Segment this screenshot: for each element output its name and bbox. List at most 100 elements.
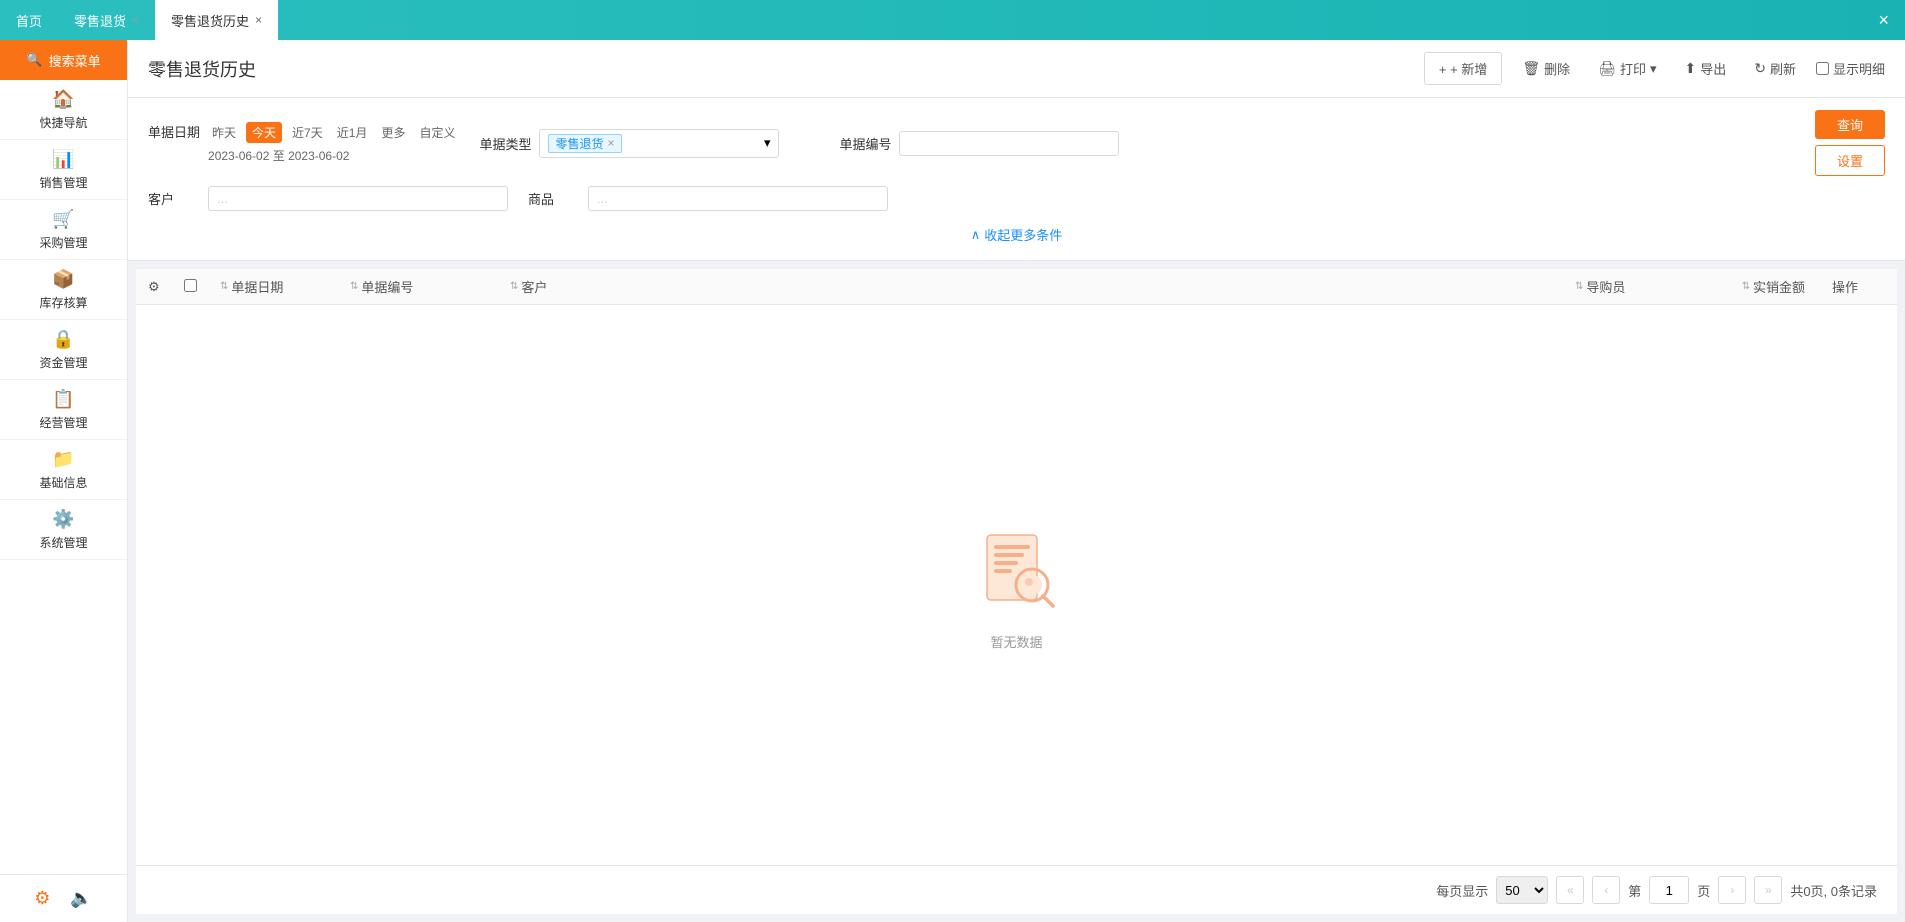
tab-retail-return-label: 零售退货: [74, 11, 126, 30]
per-page-select[interactable]: 10 20 50 100: [1496, 876, 1548, 904]
show-detail-label: 显示明细: [1833, 59, 1885, 78]
sidebar-search[interactable]: 🔍 搜索菜单: [0, 40, 127, 80]
add-icon: +: [1439, 62, 1447, 77]
settings-bottom-btn[interactable]: ⚙: [34, 888, 50, 909]
table-col-action: 操作: [1805, 277, 1885, 296]
bill-type-tag-remove[interactable]: ×: [607, 136, 614, 150]
export-label: 导出: [1700, 59, 1726, 78]
show-detail-checkbox[interactable]: [1816, 62, 1829, 75]
print-button[interactable]: 🖨 打印 ▾: [1590, 55, 1664, 82]
main-layout: 🔍 搜索菜单 🏠 快捷导航 📊 销售管理 🛒 采购管理 📦 库存核算 🔒: [0, 40, 1905, 922]
col-customer-label: 客户: [521, 277, 547, 296]
bill-type-label: 单据类型: [479, 134, 531, 153]
tab-list: 首页 零售退货 × 零售退货历史 ×: [0, 0, 1862, 40]
tab-retail-return[interactable]: 零售退货 ×: [58, 0, 155, 40]
sidebar-item-purchase-label: 采购管理: [39, 234, 87, 251]
print-chevron-icon: ▾: [1650, 61, 1657, 77]
page-number-input[interactable]: [1649, 876, 1689, 904]
col-date-label: 单据日期: [231, 277, 283, 296]
collapse-toggle[interactable]: ∧ 收起更多条件: [148, 221, 1885, 248]
refresh-button[interactable]: ↻ 刷新: [1746, 55, 1804, 82]
empty-state: 暂无数据: [136, 305, 1897, 865]
customer-filter: 客户 ...: [148, 186, 508, 211]
col-amount-label: 实销金额: [1753, 277, 1805, 296]
query-button[interactable]: 查询: [1815, 110, 1885, 139]
audio-bottom-btn[interactable]: 🔈: [70, 888, 92, 909]
export-icon: ⬆: [1684, 60, 1696, 77]
table-col-date[interactable]: ⇅ 单据日期: [220, 277, 350, 296]
page-first-btn[interactable]: «: [1556, 876, 1584, 904]
refresh-icon: ↻: [1754, 60, 1766, 77]
tab-retail-return-history[interactable]: 零售退货历史 ×: [155, 0, 278, 40]
date-opt-1month[interactable]: 近1月: [333, 122, 372, 143]
table-col-billno[interactable]: ⇅ 单据编号: [350, 277, 510, 296]
sidebar-item-inventory[interactable]: 📦 库存核算: [0, 260, 127, 320]
goods-input[interactable]: ...: [588, 186, 888, 211]
table-col-customer[interactable]: ⇅ 客户: [510, 277, 1575, 296]
filter-area: 单据日期 昨天 今天 近7天 近1月 更多 自定义 2023-06-02 至 2…: [128, 98, 1905, 261]
date-opt-custom[interactable]: 自定义: [415, 122, 459, 143]
sidebar-item-sales-label: 销售管理: [39, 174, 87, 191]
customer-ellipsis: ...: [217, 191, 228, 206]
col-guide-label: 导购员: [1586, 277, 1625, 296]
bill-type-select[interactable]: 零售退货 × ▾: [539, 129, 779, 158]
set-button[interactable]: 设置: [1815, 145, 1885, 176]
table-select-all[interactable]: [184, 279, 197, 292]
sys-icon: ⚙️: [52, 509, 74, 530]
date-opt-7days[interactable]: 近7天: [288, 122, 327, 143]
sidebar-menu: 🏠 快捷导航 📊 销售管理 🛒 采购管理 📦 库存核算 🔒 资金管理 📋: [0, 80, 127, 874]
sidebar-item-quick-nav[interactable]: 🏠 快捷导航: [0, 80, 127, 140]
col-action-label: 操作: [1832, 277, 1858, 296]
goods-filter: 商品 ...: [528, 186, 888, 211]
sidebar-item-sales-mgmt[interactable]: 📊 销售管理: [0, 140, 127, 200]
col-customer-sort-icon: ⇅: [510, 281, 518, 292]
page-header: 零售退货历史 + + 新增 🗑 删除 🖨 打印 ▾ ⬆ 导出: [128, 40, 1905, 98]
filter-row-2: 客户 ... 商品 ...: [148, 186, 1885, 211]
bill-no-input[interactable]: [899, 131, 1119, 156]
sidebar-item-basic-info[interactable]: 📁 基础信息: [0, 440, 127, 500]
search-icon: 🔍: [26, 52, 42, 68]
inventory-icon: 📦: [52, 269, 74, 290]
date-opt-today[interactable]: 今天: [246, 122, 282, 143]
date-range-display: 2023-06-02 至 2023-06-02: [208, 147, 459, 164]
delete-button[interactable]: 🗑 删除: [1514, 55, 1578, 82]
date-opt-yesterday[interactable]: 昨天: [208, 122, 240, 143]
sidebar-item-operations[interactable]: 📋 经营管理: [0, 380, 127, 440]
col-billno-sort-icon: ⇅: [350, 281, 358, 292]
sidebar-item-purchase-mgmt[interactable]: 🛒 采购管理: [0, 200, 127, 260]
print-icon: 🖨: [1598, 60, 1616, 77]
page-prev-btn[interactable]: ‹: [1592, 876, 1620, 904]
tab-home[interactable]: 首页: [0, 0, 58, 40]
finance-icon: 🔒: [52, 329, 74, 350]
sidebar-item-sys-label: 系统管理: [39, 534, 87, 551]
customer-label: 客户: [148, 189, 200, 208]
page-content: 零售退货历史 + + 新增 🗑 删除 🖨 打印 ▾ ⬆ 导出: [128, 40, 1905, 922]
sidebar-item-finance[interactable]: 🔒 资金管理: [0, 320, 127, 380]
sidebar-bottom: ⚙ 🔈: [0, 874, 127, 922]
date-options-group: 昨天 今天 近7天 近1月 更多 自定义 2023-06-02 至 2023-0…: [208, 122, 459, 164]
date-opt-more[interactable]: 更多: [377, 122, 409, 143]
table-col-guide[interactable]: ⇅ 导购员: [1575, 277, 1705, 296]
add-button[interactable]: + + 新增: [1424, 52, 1502, 85]
table-settings-icon[interactable]: ⚙: [148, 279, 160, 294]
filter-row-1: 单据日期 昨天 今天 近7天 近1月 更多 自定义 2023-06-02 至 2…: [148, 110, 1885, 176]
customer-input[interactable]: ...: [208, 186, 508, 211]
sidebar-item-sys-mgmt[interactable]: ⚙️ 系统管理: [0, 500, 127, 560]
show-detail-checkbox-label[interactable]: 显示明细: [1816, 59, 1885, 78]
collapse-icon: ∧: [971, 227, 981, 243]
sidebar-item-inventory-label: 库存核算: [39, 294, 87, 311]
table-area: ⚙ ⇅ 单据日期 ⇅ 单据编号 ⇅ 客户 ⇅: [136, 269, 1897, 914]
print-label: 打印: [1620, 59, 1646, 78]
export-button[interactable]: ⬆ 导出: [1676, 55, 1734, 82]
tab-retail-return-close[interactable]: ×: [132, 13, 139, 27]
tab-retail-return-history-close[interactable]: ×: [255, 13, 262, 27]
col-date-sort-icon: ⇅: [220, 281, 228, 292]
table-col-amount[interactable]: ⇅ 实销金额: [1705, 277, 1805, 296]
sidebar-search-label: 搜索菜单: [49, 51, 101, 70]
sidebar-item-operations-label: 经营管理: [39, 414, 87, 431]
page-next-btn[interactable]: ›: [1718, 876, 1746, 904]
header-actions: + + 新增 🗑 删除 🖨 打印 ▾ ⬆ 导出 ↻: [1424, 52, 1885, 85]
window-close-button[interactable]: ×: [1862, 10, 1905, 31]
date-options: 昨天 今天 近7天 近1月 更多 自定义: [208, 122, 459, 143]
page-last-btn[interactable]: »: [1754, 876, 1782, 904]
